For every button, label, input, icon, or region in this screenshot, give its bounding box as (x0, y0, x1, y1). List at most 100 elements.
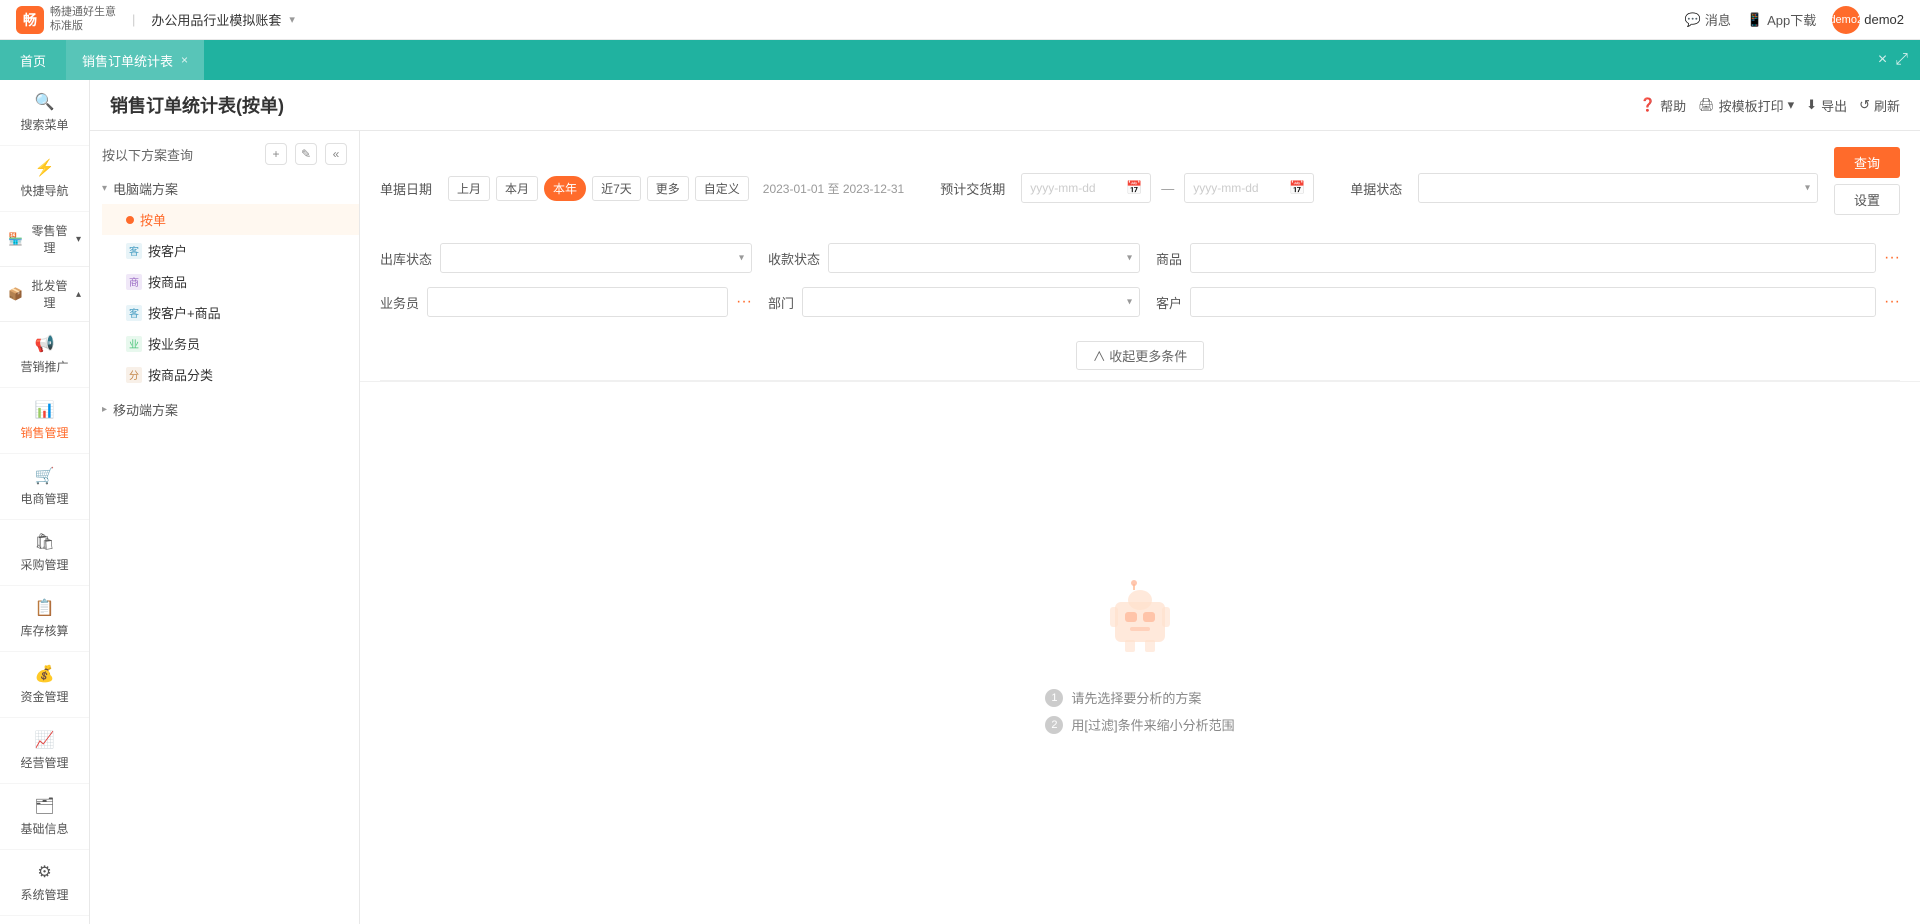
salesperson-field: 业务员 ··· (380, 287, 752, 317)
sidebar-item-sales[interactable]: 📊 销售管理 (0, 388, 89, 454)
sidebar-item-search[interactable]: 🔍 搜索菜单 (0, 80, 89, 146)
department-select[interactable] (802, 287, 1140, 317)
customer-more-icon[interactable]: ··· (1884, 293, 1900, 311)
ship-status-select-wrap: ▾ (440, 243, 752, 273)
left-panel-icons: + ✎ « (265, 143, 347, 165)
customer-label: 客户 (1156, 293, 1182, 312)
messages-button[interactable]: 💬 消息 (1685, 10, 1731, 29)
tree-icon-customer-product: 客 (126, 305, 142, 321)
ship-status-label: 出库状态 (380, 249, 432, 268)
sidebar-item-inventory[interactable]: 📋 库存核算 (0, 586, 89, 652)
query-button[interactable]: 查询 (1834, 147, 1900, 178)
tab-close-icon[interactable]: × (181, 53, 188, 67)
export-icon: ⬇ (1806, 97, 1817, 113)
left-panel-header: 按以下方案查询 + ✎ « (90, 131, 359, 173)
date-btn-last-month[interactable]: 上月 (448, 176, 490, 201)
tree-item-by-product[interactable]: 商 按商品 (102, 266, 359, 297)
tree-item-by-customer[interactable]: 客 按客户 (102, 235, 359, 266)
product-more-icon[interactable]: ··· (1884, 249, 1900, 267)
page-title: 销售订单统计表(按单) (110, 92, 284, 130)
delivery-date-start[interactable]: yyyy-mm-dd 📅 (1021, 173, 1151, 203)
empty-illustration (1090, 572, 1190, 672)
help-button[interactable]: ❓ 帮助 (1640, 96, 1686, 115)
export-button[interactable]: ⬇ 导出 (1806, 96, 1847, 115)
payment-status-label: 收款状态 (768, 249, 820, 268)
app-download-button[interactable]: 📱 App下载 (1747, 10, 1816, 29)
empty-state: 1 请先选择要分析的方案 2 用[过滤]条件来缩小分析范围 (360, 382, 1920, 924)
sidebar-item-quick-nav[interactable]: ⚡ 快捷导航 (0, 146, 89, 212)
hint-num-2: 2 (1045, 716, 1063, 734)
sidebar-item-ecommerce[interactable]: 🛒 电商管理 (0, 454, 89, 520)
tab-active[interactable]: 销售订单统计表 × (66, 40, 204, 80)
wholesale-icon: 📦 (8, 287, 23, 301)
date-btn-more[interactable]: 更多 (647, 176, 689, 201)
sales-icon: 📊 (35, 400, 55, 420)
sidebar-item-finance[interactable]: 💰 资金管理 (0, 652, 89, 718)
status-label: 单据状态 (1350, 179, 1402, 198)
user-avatar[interactable]: demo2 demo2 (1832, 6, 1904, 34)
tree-dot-active (126, 216, 134, 224)
tree-item-by-category[interactable]: 分 按商品分类 (102, 359, 359, 390)
salesperson-input-wrap (427, 287, 728, 317)
edit-scheme-icon[interactable]: ✎ (295, 143, 317, 165)
sidebar-item-purchase[interactable]: 🛍 采购管理 (0, 520, 89, 586)
product-input-wrap (1190, 243, 1876, 273)
tab-minimize-icon[interactable]: × (1878, 51, 1887, 69)
refresh-button[interactable]: ↺ 刷新 (1859, 96, 1900, 115)
sidebar-item-marketing[interactable]: 📢 营销推广 (0, 322, 89, 388)
operations-icon: 📈 (35, 730, 55, 750)
department-select-wrap: ▾ (802, 287, 1140, 317)
tree-item-by-order[interactable]: 按单 (102, 204, 359, 235)
date-btn-7days[interactable]: 近7天 (592, 176, 641, 201)
print-dropdown-icon[interactable]: ▾ (1788, 97, 1795, 113)
sidebar-item-system[interactable]: ⚙ 系统管理 (0, 850, 89, 916)
customer-input[interactable] (1199, 295, 1867, 310)
filter-row-1: 单据日期 上月 本月 本年 近7天 更多 自定义 2023-01-01 至 20… (380, 147, 1900, 229)
download-icon: 📱 (1747, 12, 1763, 28)
tree-item-by-salesperson[interactable]: 业 按业务员 (102, 328, 359, 359)
date-btn-this-month[interactable]: 本月 (496, 176, 538, 201)
department-field: 部门 ▾ (768, 287, 1140, 317)
hint-num-1: 1 (1045, 689, 1063, 707)
sidebar-item-basics[interactable]: 🗂 基础信息 (0, 784, 89, 850)
sidebar-item-retail[interactable]: 🏪 零售管理 ▾ (0, 212, 89, 266)
empty-hints: 1 请先选择要分析的方案 2 用[过滤]条件来缩小分析范围 (1045, 688, 1234, 734)
calendar-end-icon: 📅 (1289, 180, 1305, 196)
tree-item-by-customer-product[interactable]: 客 按客户+商品 (102, 297, 359, 328)
help-icon: ❓ (1640, 97, 1656, 113)
tree-parent-desktop[interactable]: ▾ 电脑端方案 (90, 173, 359, 204)
refresh-icon: ↺ (1859, 97, 1870, 113)
tab-maximize-icon[interactable]: ⤢ (1895, 51, 1908, 69)
product-input[interactable] (1199, 251, 1867, 266)
sidebar-item-collab[interactable]: 🤝 企业协同 (0, 916, 89, 924)
ecommerce-icon: 🛒 (35, 466, 55, 486)
sidebar-item-operations[interactable]: 📈 经营管理 (0, 718, 89, 784)
tree-parent-mobile[interactable]: ▸ 移动端方案 (90, 394, 359, 425)
tab-bar-actions: × ⤢ (1878, 51, 1920, 69)
finance-icon: 💰 (35, 664, 55, 684)
print-button[interactable]: 🖨 按模板打印 ▾ (1698, 96, 1794, 115)
title-dropdown-icon[interactable]: ▾ (289, 13, 295, 26)
date-btn-custom[interactable]: 自定义 (695, 176, 749, 201)
tree-expand-icon: ▾ (102, 183, 107, 194)
settings-button[interactable]: 设置 (1834, 184, 1900, 215)
salesperson-input[interactable] (436, 295, 719, 310)
collapse-button[interactable]: ∧ 收起更多条件 (1076, 341, 1205, 370)
delivery-date-end[interactable]: yyyy-mm-dd 📅 (1184, 173, 1314, 203)
calendar-start-icon: 📅 (1126, 180, 1142, 196)
status-select[interactable] (1418, 173, 1818, 203)
date-btn-this-year[interactable]: 本年 (544, 176, 586, 201)
customer-field: 客户 ··· (1156, 287, 1900, 317)
payment-status-select[interactable] (828, 243, 1140, 273)
ship-status-field: 出库状态 ▾ (380, 243, 752, 273)
left-panel-title: 按以下方案查询 (102, 145, 193, 164)
salesperson-more-icon[interactable]: ··· (736, 293, 752, 311)
tab-home[interactable]: 首页 (0, 40, 66, 80)
ship-status-select[interactable] (440, 243, 752, 273)
sidebar-item-wholesale[interactable]: 📦 批发管理 ▴ (0, 267, 89, 321)
empty-hint-2: 2 用[过滤]条件来缩小分析范围 (1045, 715, 1234, 734)
logo-area: 畅 畅捷通好生意 标准版 (16, 6, 116, 34)
collapse-panel-icon[interactable]: « (325, 143, 347, 165)
date-range-text: 2023-01-01 至 2023-12-31 (763, 180, 904, 197)
add-scheme-icon[interactable]: + (265, 143, 287, 165)
